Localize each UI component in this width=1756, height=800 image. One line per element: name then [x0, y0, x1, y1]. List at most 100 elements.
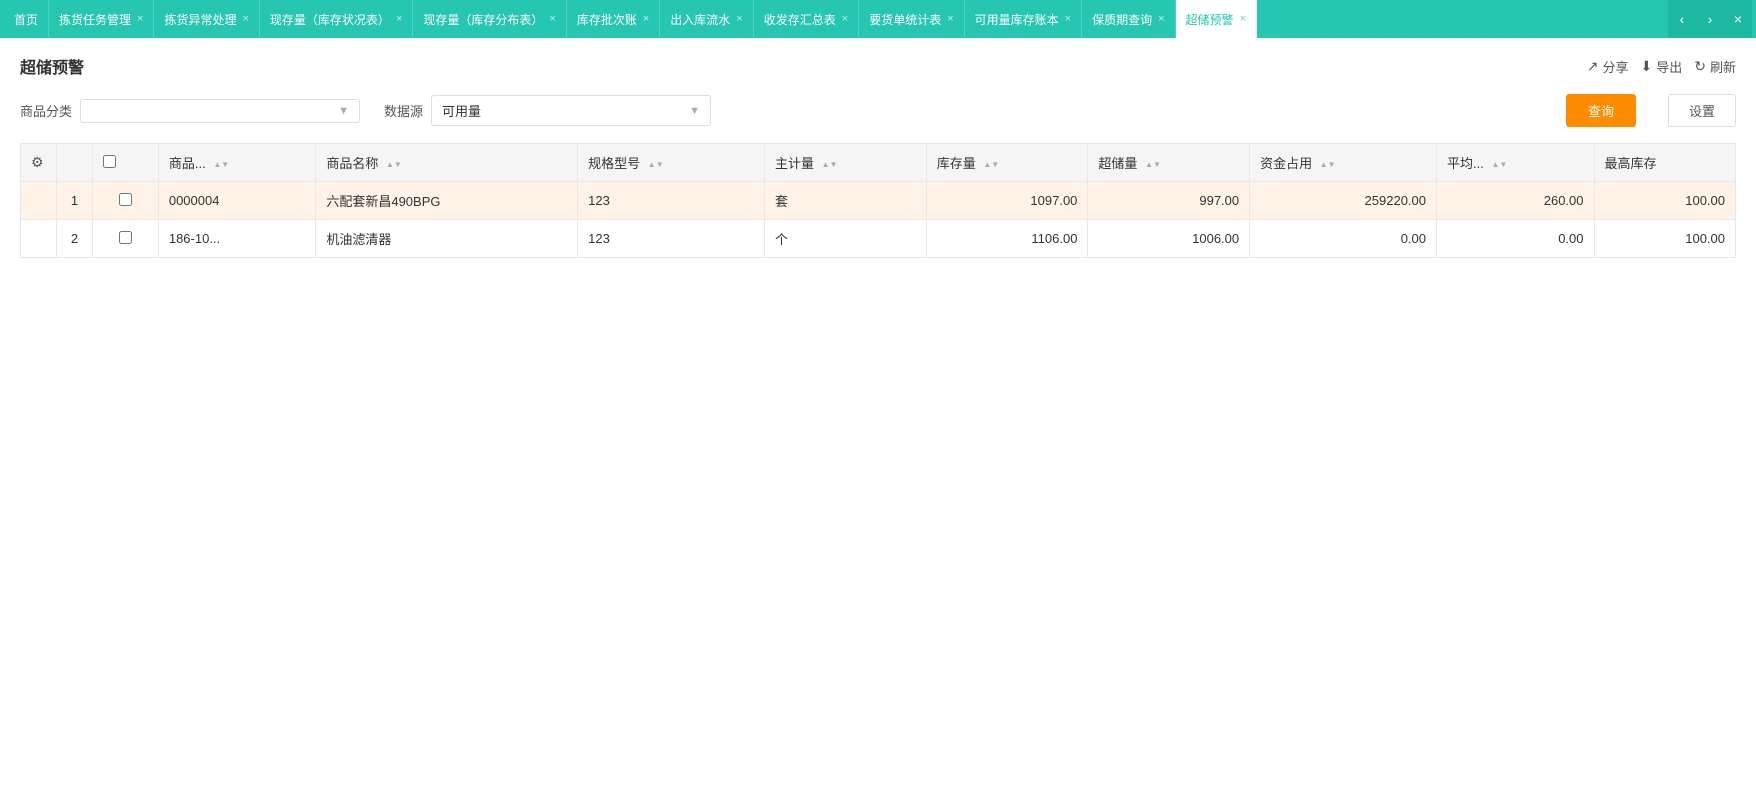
gear-icon[interactable]: ⚙	[31, 154, 44, 170]
datasource-label: 数据源	[384, 101, 423, 120]
td-checkbox[interactable]	[93, 220, 159, 258]
sort-icon[interactable]: ▲▼	[822, 161, 838, 169]
nav-tab-quality-period[interactable]: 保质期查询 ×	[1082, 0, 1175, 38]
header-actions: ↗ 分享 ⬇ 导出 ↻ 刷新	[1587, 57, 1736, 76]
td-max-stock: 100.00	[1594, 220, 1736, 258]
nav-prev-btn[interactable]: ‹	[1668, 0, 1696, 38]
td-settings	[21, 182, 57, 220]
datasource-filter: 数据源 可用量 ▼	[384, 95, 711, 126]
td-checkbox[interactable]	[93, 182, 159, 220]
close-icon[interactable]: ×	[242, 13, 248, 25]
filter-row: 商品分类 ▼ 数据源 可用量 ▼ 查询 设置	[20, 94, 1736, 127]
td-capital-usage: 0.00	[1250, 220, 1437, 258]
sort-icon[interactable]: ▲▼	[1320, 161, 1336, 169]
td-overstock-qty: 997.00	[1088, 182, 1250, 220]
td-stock-qty: 1097.00	[926, 182, 1088, 220]
td-overstock-qty: 1006.00	[1088, 220, 1250, 258]
category-filter: 商品分类 ▼	[20, 99, 360, 123]
td-product-code: 186-10...	[158, 220, 316, 258]
td-stock-qty: 1106.00	[926, 220, 1088, 258]
nav-tab-task-mgmt[interactable]: 拣货任务管理 ×	[49, 0, 154, 38]
td-capital-usage: 259220.00	[1250, 182, 1437, 220]
td-max-stock: 100.00	[1594, 182, 1736, 220]
refresh-button[interactable]: ↻ 刷新	[1694, 57, 1736, 76]
datasource-select[interactable]: 可用量 ▼	[431, 95, 711, 126]
td-num: 2	[57, 220, 93, 258]
data-table: ⚙ 商品... ▲▼ 商品名称 ▲▼ 规格型号 ▲▼	[20, 143, 1736, 258]
td-unit: 套	[765, 182, 927, 220]
sort-icon[interactable]: ▲▼	[648, 161, 664, 169]
sort-icon[interactable]: ▲▼	[1491, 161, 1507, 169]
th-product-name: 商品名称 ▲▼	[316, 144, 578, 182]
nav-next-btn[interactable]: ›	[1696, 0, 1724, 38]
nav-tab-recv-send[interactable]: 收发存汇总表 ×	[754, 0, 859, 38]
nav-tab-order-stat[interactable]: 要货单统计表 ×	[859, 0, 964, 38]
nav-tab-avail-stock[interactable]: 可用量库存账本 ×	[965, 0, 1082, 38]
export-button[interactable]: ⬇ 导出	[1641, 57, 1683, 76]
th-checkbox	[93, 144, 159, 182]
export-icon: ⬇	[1641, 58, 1653, 75]
sort-icon[interactable]: ▲▼	[1145, 161, 1161, 169]
td-product-name: 六配套新昌490BPG	[316, 182, 578, 220]
page-title: 超储预警	[20, 54, 84, 78]
th-num	[57, 144, 93, 182]
sort-icon[interactable]: ▲▼	[213, 161, 229, 169]
th-stock-qty: 库存量 ▲▼	[926, 144, 1088, 182]
chevron-down-icon: ▼	[338, 105, 349, 117]
nav-tab-overstock-warn[interactable]: 超储预警 ×	[1176, 0, 1257, 38]
td-settings	[21, 220, 57, 258]
close-icon[interactable]: ×	[1065, 13, 1071, 25]
nav-tab-abnormal[interactable]: 拣货异常处理 ×	[154, 0, 259, 38]
close-icon[interactable]: ×	[947, 13, 953, 25]
th-spec: 规格型号 ▲▼	[578, 144, 765, 182]
row-checkbox[interactable]	[119, 193, 132, 206]
th-overstock-qty: 超储量 ▲▼	[1088, 144, 1250, 182]
table-row: 2 186-10... 机油滤清器 123 个 1106.00 1006.00 …	[21, 220, 1736, 258]
refresh-icon: ↻	[1694, 58, 1706, 75]
sort-icon[interactable]: ▲▼	[983, 161, 999, 169]
select-all-checkbox[interactable]	[103, 155, 116, 168]
share-button[interactable]: ↗ 分享	[1587, 57, 1629, 76]
th-product-code: 商品... ▲▼	[158, 144, 316, 182]
query-button[interactable]: 查询	[1566, 94, 1636, 127]
close-icon[interactable]: ×	[1240, 13, 1246, 25]
td-product-name: 机油滤清器	[316, 220, 578, 258]
settings-button[interactable]: 设置	[1668, 94, 1736, 127]
td-avg: 0.00	[1437, 220, 1595, 258]
th-settings: ⚙	[21, 144, 57, 182]
share-icon: ↗	[1587, 58, 1599, 75]
td-product-code: 0000004	[158, 182, 316, 220]
row-checkbox[interactable]	[119, 231, 132, 244]
close-icon[interactable]: ×	[842, 13, 848, 25]
page-content: 超储预警 ↗ 分享 ⬇ 导出 ↻ 刷新 商品分类 ▼ 数据源	[0, 38, 1756, 800]
nav-tab-inout-flow[interactable]: 出入库流水 ×	[660, 0, 753, 38]
td-num: 1	[57, 182, 93, 220]
nav-tab-stock-dist[interactable]: 现存量（库存分布表） ×	[413, 0, 566, 38]
close-icon[interactable]: ×	[1158, 13, 1164, 25]
top-nav: 首页 拣货任务管理 × 拣货异常处理 × 现存量（库存状况表） × 现存量（库存…	[0, 0, 1756, 38]
th-capital-usage: 资金占用 ▲▼	[1250, 144, 1437, 182]
th-unit: 主计量 ▲▼	[765, 144, 927, 182]
td-spec: 123	[578, 220, 765, 258]
close-icon[interactable]: ×	[736, 13, 742, 25]
nav-arrows: ‹ › ×	[1668, 0, 1752, 38]
table-row: 1 0000004 六配套新昌490BPG 123 套 1097.00 997.…	[21, 182, 1736, 220]
page-header: 超储预警 ↗ 分享 ⬇ 导出 ↻ 刷新	[20, 54, 1736, 78]
td-avg: 260.00	[1437, 182, 1595, 220]
nav-tab-stock-batch[interactable]: 库存批次账 ×	[567, 0, 660, 38]
chevron-down-icon: ▼	[689, 105, 700, 117]
close-icon[interactable]: ×	[396, 13, 402, 25]
td-unit: 个	[765, 220, 927, 258]
nav-tab-home[interactable]: 首页	[4, 0, 49, 38]
th-max-stock: 最高库存	[1594, 144, 1736, 182]
close-icon[interactable]: ×	[137, 13, 143, 25]
category-label: 商品分类	[20, 101, 72, 120]
datasource-value: 可用量	[442, 101, 481, 120]
close-icon[interactable]: ×	[549, 13, 555, 25]
category-select[interactable]: ▼	[80, 99, 360, 123]
nav-close-btn[interactable]: ×	[1724, 0, 1752, 38]
sort-icon[interactable]: ▲▼	[386, 161, 402, 169]
close-icon[interactable]: ×	[643, 13, 649, 25]
td-spec: 123	[578, 182, 765, 220]
nav-tab-stock-status[interactable]: 现存量（库存状况表） ×	[260, 0, 413, 38]
